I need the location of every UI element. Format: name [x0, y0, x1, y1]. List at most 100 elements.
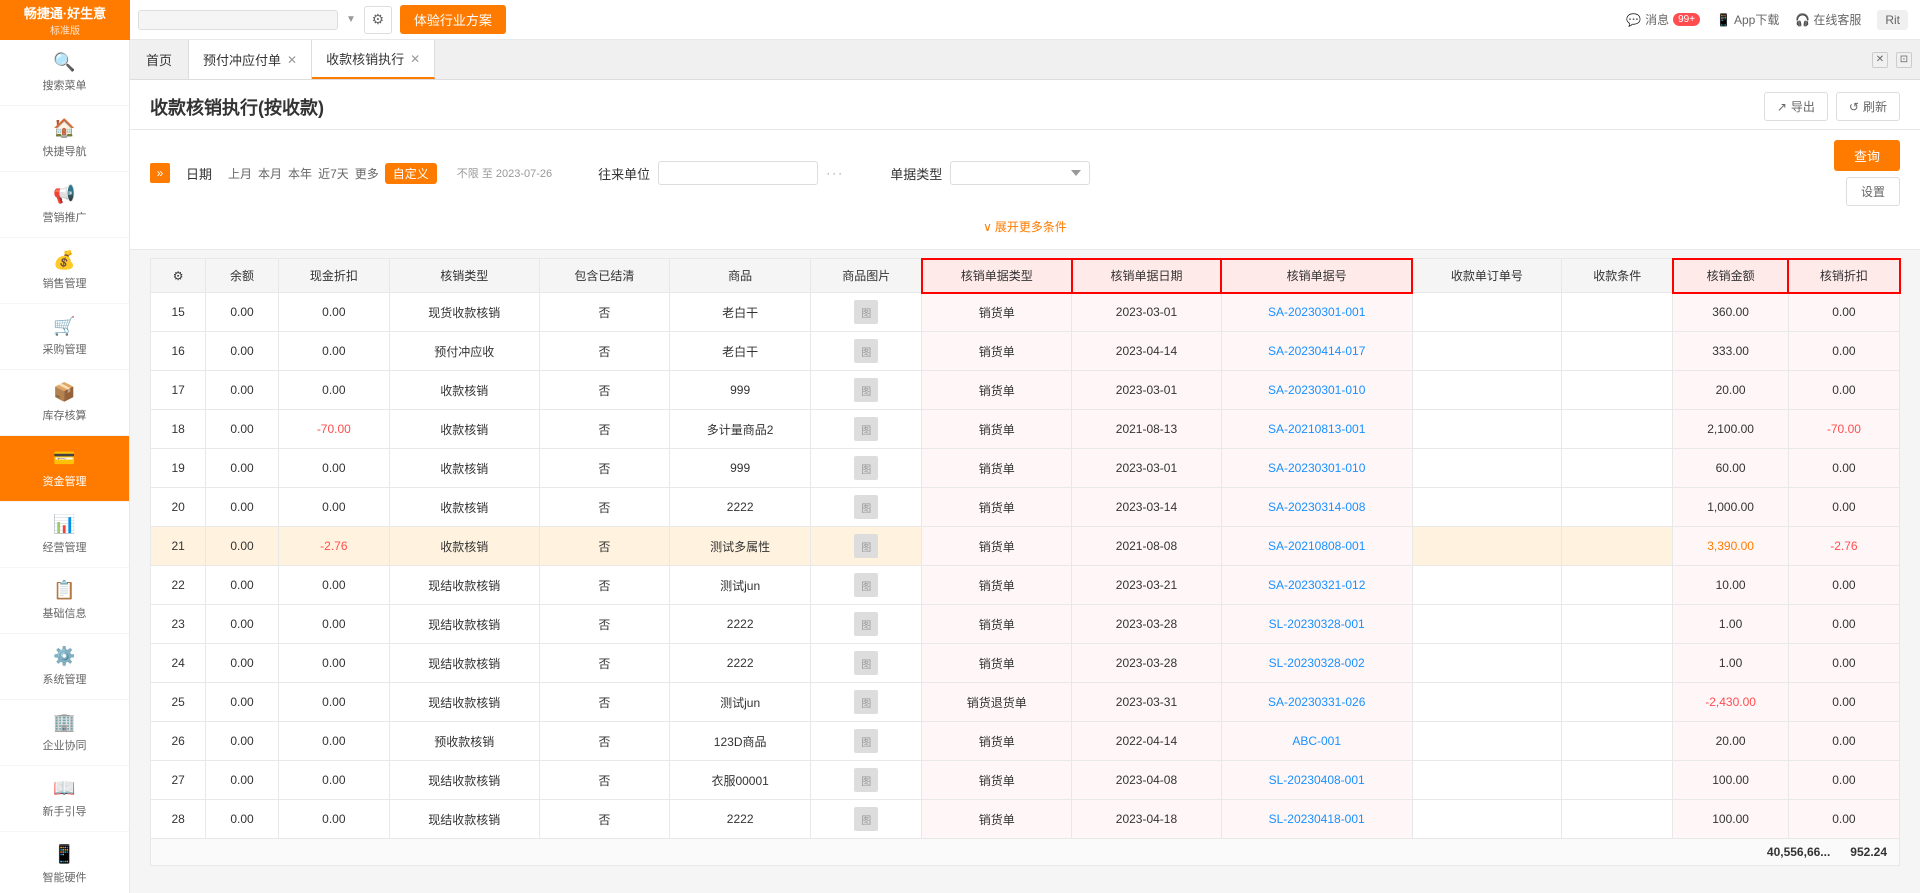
tab-home[interactable]: 首页 — [130, 40, 189, 79]
settings-button[interactable]: 设置 — [1846, 177, 1900, 206]
refresh-button[interactable]: ↺ 刷新 — [1836, 92, 1900, 121]
user-area[interactable]: Rit — [1877, 10, 1908, 30]
sidebar-item-system[interactable]: ⚙️ 系统管理 — [0, 634, 129, 700]
dropdown-arrow-icon[interactable]: ▼ — [346, 14, 356, 25]
cell-cash-discount: 0.00 — [278, 293, 389, 332]
col-verify-type[interactable]: 核销类型 — [389, 259, 539, 293]
date-range-text: 不限 至 2023-07-26 — [457, 165, 552, 181]
verify-no-link[interactable]: SA-20210808-001 — [1268, 539, 1365, 553]
message-area[interactable]: 💬 消息 99+ — [1626, 11, 1700, 28]
headset-icon: 🎧 — [1795, 13, 1810, 27]
cell-receipt-order-no — [1412, 449, 1562, 488]
sidebar-item-smart-hw[interactable]: 📱 智能硬件 — [0, 832, 129, 893]
cell-verify-no: ABC-001 — [1221, 722, 1412, 761]
trial-button[interactable]: 体验行业方案 — [400, 5, 506, 34]
voucher-type-select[interactable] — [950, 161, 1090, 185]
sidebar-item-basic-info[interactable]: 📋 基础信息 — [0, 568, 129, 634]
col-cash-discount[interactable]: 现金折扣 — [278, 259, 389, 293]
sidebar-item-operations[interactable]: 📊 经营管理 — [0, 502, 129, 568]
col-verify-voucher-type[interactable]: 核销单据类型 — [922, 259, 1072, 293]
sidebar-item-quick-nav[interactable]: 🏠 快捷导航 — [0, 106, 129, 172]
query-button[interactable]: 查询 — [1834, 140, 1900, 171]
sidebar-item-finance[interactable]: 💳 资金管理 — [0, 436, 129, 502]
verify-no-link[interactable]: SL-20230328-002 — [1269, 656, 1365, 670]
toggle-filter-button[interactable]: » — [150, 163, 170, 183]
cell-goods-img: 图 — [811, 566, 922, 605]
cell-goods: 测试jun — [670, 566, 811, 605]
verify-no-link[interactable]: SA-20230321-012 — [1268, 578, 1365, 592]
tab-receipt-verify-close[interactable]: ✕ — [410, 52, 420, 66]
verify-no-link[interactable]: SL-20230408-001 — [1269, 773, 1365, 787]
sidebar-item-inventory[interactable]: 📦 库存核算 — [0, 370, 129, 436]
gear-button[interactable]: ⚙ — [364, 6, 392, 34]
sidebar-item-sales[interactable]: 💰 销售管理 — [0, 238, 129, 304]
verify-no-link[interactable]: SA-20230301-010 — [1268, 383, 1365, 397]
col-receipt-condition[interactable]: 收款条件 — [1562, 259, 1673, 293]
sidebar-item-label: 资金管理 — [43, 473, 87, 489]
table-container[interactable]: ⚙ 余额 现金折扣 核销类型 包含已结清 商品 商品图片 核销单据类型 核销单据… — [130, 250, 1920, 893]
sidebar-item-enterprise[interactable]: 🏢 企业协同 — [0, 700, 129, 766]
online-service[interactable]: 🎧 在线客服 — [1795, 11, 1861, 28]
verify-no-link[interactable]: SA-20230314-008 — [1268, 500, 1365, 514]
sidebar-item-beginner[interactable]: 📖 新手引导 — [0, 766, 129, 832]
address-bar[interactable] — [138, 10, 338, 30]
cell-verify-no: SA-20230301-010 — [1221, 449, 1412, 488]
verify-no-link[interactable]: SA-20230301-010 — [1268, 461, 1365, 475]
cell-verify-voucher-type: 销货单 — [922, 644, 1072, 683]
tab-prepay[interactable]: 预付冲应付单 ✕ — [189, 40, 312, 79]
date-custom-button[interactable]: 自定义 — [385, 163, 437, 184]
expand-window-btn[interactable]: ⊡ — [1896, 52, 1912, 68]
cell-goods-img: 图 — [811, 488, 922, 527]
date-7days[interactable]: 近7天 — [318, 165, 349, 182]
expand-more-button[interactable]: ∨ 展开更多条件 — [983, 218, 1067, 235]
col-include-settled[interactable]: 包含已结清 — [539, 259, 669, 293]
verify-no-link[interactable]: SL-20230328-001 — [1269, 617, 1365, 631]
partner-label: 往来单位 — [598, 164, 650, 183]
sidebar-item-label: 新手引导 — [43, 803, 87, 819]
col-verify-no[interactable]: 核销单据号 — [1221, 259, 1412, 293]
voucher-type-label: 单据类型 — [890, 164, 942, 183]
cell-balance: 0.00 — [206, 605, 278, 644]
sidebar-item-search-menu[interactable]: 🔍 搜索菜单 — [0, 40, 129, 106]
system-icon: ⚙️ — [53, 646, 75, 667]
cell-include-settled: 否 — [539, 371, 669, 410]
cell-include-settled: 否 — [539, 761, 669, 800]
cell-verify-discount: 0.00 — [1788, 332, 1899, 371]
verify-no-link[interactable]: SA-20210813-001 — [1268, 422, 1365, 436]
app-download[interactable]: 📱 App下载 — [1716, 11, 1779, 28]
cell-verify-no: SA-20210813-001 — [1221, 410, 1412, 449]
col-settings[interactable]: ⚙ — [151, 259, 206, 293]
partner-dots[interactable]: ··· — [826, 166, 844, 180]
cell-verify-voucher-type: 销货单 — [922, 293, 1072, 332]
date-more[interactable]: 更多 — [355, 165, 379, 182]
col-verify-discount[interactable]: 核销折扣 — [1788, 259, 1899, 293]
sidebar-item-marketing[interactable]: 📢 营销推广 — [0, 172, 129, 238]
cell-verify-discount: 0.00 — [1788, 371, 1899, 410]
tab-receipt-verify[interactable]: 收款核销执行 ✕ — [312, 40, 435, 79]
cell-verify-no: SL-20230408-001 — [1221, 761, 1412, 800]
col-goods[interactable]: 商品 — [670, 259, 811, 293]
partner-input[interactable] — [658, 161, 818, 185]
date-cur-year[interactable]: 本年 — [288, 165, 312, 182]
col-verify-date[interactable]: 核销单据日期 — [1072, 259, 1222, 293]
tab-prepay-close[interactable]: ✕ — [287, 53, 297, 67]
col-goods-img[interactable]: 商品图片 — [811, 259, 922, 293]
cell-verify-no: SA-20210808-001 — [1221, 527, 1412, 566]
verify-no-link[interactable]: ABC-001 — [1292, 734, 1341, 748]
verify-no-link[interactable]: SA-20230331-026 — [1268, 695, 1365, 709]
cell-verify-type: 收款核销 — [389, 371, 539, 410]
brand-sub: 标准版 — [50, 22, 80, 37]
verify-no-link[interactable]: SA-20230301-001 — [1268, 305, 1365, 319]
col-balance[interactable]: 余额 — [206, 259, 278, 293]
col-receipt-order-no[interactable]: 收款单订单号 — [1412, 259, 1562, 293]
verify-no-link[interactable]: SA-20230414-017 — [1268, 344, 1365, 358]
message-label: 消息 — [1645, 11, 1669, 28]
export-button[interactable]: ↗ 导出 — [1764, 92, 1828, 121]
close-window-btn[interactable]: ✕ — [1872, 52, 1888, 68]
date-prev-month[interactable]: 上月 — [228, 165, 252, 182]
verify-no-link[interactable]: SL-20230418-001 — [1269, 812, 1365, 826]
sidebar-item-purchase[interactable]: 🛒 采购管理 — [0, 304, 129, 370]
col-verify-amount[interactable]: 核销金额 — [1673, 259, 1788, 293]
brand-name: 畅捷通·好生意 — [24, 3, 106, 22]
date-cur-month[interactable]: 本月 — [258, 165, 282, 182]
